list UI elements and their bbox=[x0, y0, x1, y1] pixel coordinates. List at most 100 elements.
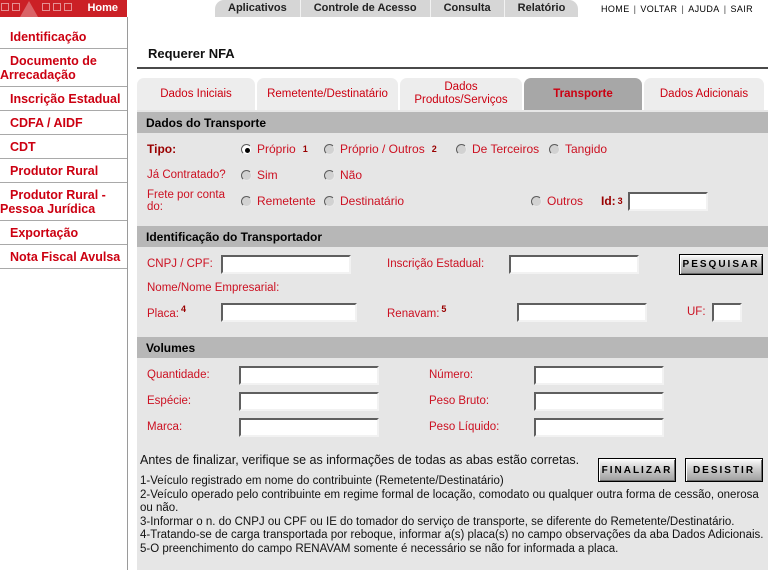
section-header-identificacao-transportador: Identificação do Transportador bbox=[137, 226, 768, 247]
sidebar-item-identificacao[interactable]: Identificação bbox=[0, 25, 127, 49]
footnote-ref-2: 2 bbox=[431, 144, 437, 154]
radio-option-de-terceiros[interactable]: De Terceiros bbox=[456, 142, 549, 156]
uf-input[interactable] bbox=[712, 302, 742, 322]
sidebar-item-produtor-rural-pj[interactable]: Produtor Rural - Pessoa Jurídica bbox=[0, 183, 127, 221]
row-quantidade-numero: Quantidade: Número: bbox=[137, 362, 768, 388]
numero-input[interactable] bbox=[534, 365, 664, 385]
radio-remetente[interactable] bbox=[241, 195, 252, 207]
menu-item-relatorio[interactable]: Relatório bbox=[505, 0, 579, 17]
footnote-ref-1: 1 bbox=[302, 144, 308, 154]
footnote-ref-3: 3 bbox=[617, 196, 623, 206]
tab-dados-adicionais[interactable]: Dados Adicionais bbox=[644, 78, 764, 110]
radio-label: Outros bbox=[547, 194, 584, 208]
quick-link-separator: | bbox=[723, 4, 727, 14]
desistir-button[interactable]: DESISTIR bbox=[685, 458, 763, 482]
sidebar-item-cdt[interactable]: CDT bbox=[0, 135, 127, 159]
menu-item-consulta[interactable]: Consulta bbox=[431, 0, 505, 17]
cnpj-cpf-input[interactable] bbox=[221, 254, 351, 274]
title-rule bbox=[137, 67, 768, 69]
footnotes: 1-Veículo registrado em nome do contribu… bbox=[140, 475, 768, 556]
radio-option-proprio[interactable]: Próprio 1 bbox=[241, 142, 324, 156]
form-footer: Antes de finalizar, verifique se as info… bbox=[137, 452, 768, 556]
quick-link-separator: | bbox=[681, 4, 685, 14]
tab-remetente-destinatario[interactable]: Remetente/Destinatário bbox=[257, 78, 398, 110]
tab-transporte[interactable]: Transporte bbox=[524, 78, 642, 110]
radio-nao[interactable] bbox=[324, 169, 335, 181]
pesquisar-button[interactable]: PESQUISAR bbox=[679, 253, 763, 275]
radio-option-tangido[interactable]: Tangido bbox=[549, 142, 607, 156]
marca-input[interactable] bbox=[239, 417, 379, 437]
radio-label: Não bbox=[340, 168, 363, 182]
radio-option-proprio-outros[interactable]: Próprio / Outros 2 bbox=[324, 142, 456, 156]
footnote-ref-5: 5 bbox=[441, 304, 447, 315]
tab-dados-iniciais[interactable]: Dados Iniciais bbox=[137, 78, 255, 110]
numero-label: Número: bbox=[429, 369, 474, 381]
frete-label: Frete por conta do: bbox=[147, 189, 225, 213]
uf-label: UF: bbox=[687, 306, 706, 318]
finalizar-button[interactable]: FINALIZAR bbox=[598, 458, 676, 482]
sidebar-item-documento-arrecadacao[interactable]: Documento de Arrecadação bbox=[0, 49, 127, 87]
quick-link-ajuda[interactable]: AJUDA bbox=[688, 4, 720, 14]
tipo-label: Tipo: bbox=[147, 142, 177, 156]
menu-item-controle-de-acesso[interactable]: Controle de Acesso bbox=[301, 0, 431, 17]
row-tipo: Tipo: Próprio 1 Próprio / Outros 2 De Te… bbox=[137, 136, 768, 162]
sidebar-item-produtor-rural[interactable]: Produtor Rural bbox=[0, 159, 127, 183]
radio-option-outros[interactable]: Outros bbox=[531, 194, 601, 208]
row-especie-peso-bruto: Espécie: Peso Bruto: bbox=[137, 388, 768, 414]
quick-link-home[interactable]: HOME bbox=[601, 4, 630, 14]
sidebar-item-nota-fiscal-avulsa[interactable]: Nota Fiscal Avulsa bbox=[0, 245, 127, 269]
radio-option-sim[interactable]: Sim bbox=[241, 168, 324, 182]
sidebar: Identificação Documento de Arrecadação I… bbox=[0, 17, 128, 570]
decor-square-icon bbox=[64, 3, 72, 11]
menu-item-aplicativos[interactable]: Aplicativos bbox=[215, 0, 301, 17]
renavam-input[interactable] bbox=[517, 302, 647, 322]
footnote-4: 4-Tratando-se de carga transportada por … bbox=[140, 529, 764, 541]
radio-option-remetente[interactable]: Remetente bbox=[241, 194, 324, 208]
radio-outros[interactable] bbox=[531, 195, 542, 207]
row-nome-empresarial: Nome/Nome Empresarial: bbox=[137, 277, 768, 299]
radio-option-nao[interactable]: Não bbox=[324, 168, 362, 182]
peso-liquido-input[interactable] bbox=[534, 417, 664, 437]
radio-label: Sim bbox=[257, 168, 278, 182]
decor-square-icon bbox=[1, 3, 9, 11]
finalize-warning-text: Antes de finalizar, verifique se as info… bbox=[140, 453, 580, 467]
peso-bruto-label: Peso Bruto: bbox=[429, 395, 490, 407]
row-frete-por-conta: Frete por conta do: Remetente Destinatár… bbox=[137, 188, 768, 214]
radio-proprio[interactable] bbox=[241, 143, 252, 155]
inscricao-estadual-label: Inscrição Estadual: bbox=[387, 258, 485, 270]
radio-label: Remetente bbox=[257, 194, 316, 208]
placa-label: Placa: 4 bbox=[147, 304, 186, 320]
radio-option-destinatario[interactable]: Destinatário bbox=[324, 194, 531, 208]
row-placa-renavam-uf: Placa: 4 Renavam: 5 UF: bbox=[137, 299, 768, 325]
quantidade-input[interactable] bbox=[239, 365, 379, 385]
section-header-volumes: Volumes bbox=[137, 337, 768, 358]
radio-proprio-outros[interactable] bbox=[324, 143, 335, 155]
sidebar-item-exportacao[interactable]: Exportação bbox=[0, 221, 127, 245]
page-title: Requerer NFA bbox=[148, 46, 235, 61]
home-tab[interactable]: Home bbox=[0, 0, 127, 17]
id-label: Id: bbox=[601, 194, 616, 208]
id-input[interactable] bbox=[627, 191, 708, 211]
radio-destinatario[interactable] bbox=[324, 195, 335, 207]
tab-dados-produtos-servicos[interactable]: Dados Produtos/Serviços bbox=[400, 78, 522, 110]
especie-input[interactable] bbox=[239, 391, 379, 411]
quick-link-sair[interactable]: SAIR bbox=[730, 4, 753, 14]
row-ja-contratado: Já Contratado? Sim Não bbox=[137, 162, 768, 188]
decor-square-icon bbox=[42, 3, 50, 11]
placa-input[interactable] bbox=[221, 302, 357, 322]
radio-label: Destinatário bbox=[340, 194, 405, 208]
radio-label: Tangido bbox=[565, 142, 608, 156]
radio-de-terceiros[interactable] bbox=[456, 143, 467, 155]
radio-tangido[interactable] bbox=[549, 143, 560, 155]
inscricao-estadual-input[interactable] bbox=[509, 254, 639, 274]
marca-label: Marca: bbox=[147, 421, 183, 433]
ja-contratado-label: Já Contratado? bbox=[147, 169, 226, 181]
sidebar-item-inscricao-estadual[interactable]: Inscrição Estadual bbox=[0, 87, 127, 111]
footnote-3: 3-Informar o n. do CNPJ ou CPF ou IE do … bbox=[140, 515, 735, 528]
row-marca-peso-liquido: Marca: Peso Líquido: bbox=[137, 414, 768, 440]
peso-bruto-input[interactable] bbox=[534, 391, 664, 411]
radio-sim[interactable] bbox=[241, 169, 252, 181]
sidebar-item-cdfa-aidf[interactable]: CDFA / AIDF bbox=[0, 111, 127, 135]
renavam-label: Renavam: 5 bbox=[387, 304, 447, 320]
quick-link-voltar[interactable]: VOLTAR bbox=[640, 4, 677, 14]
